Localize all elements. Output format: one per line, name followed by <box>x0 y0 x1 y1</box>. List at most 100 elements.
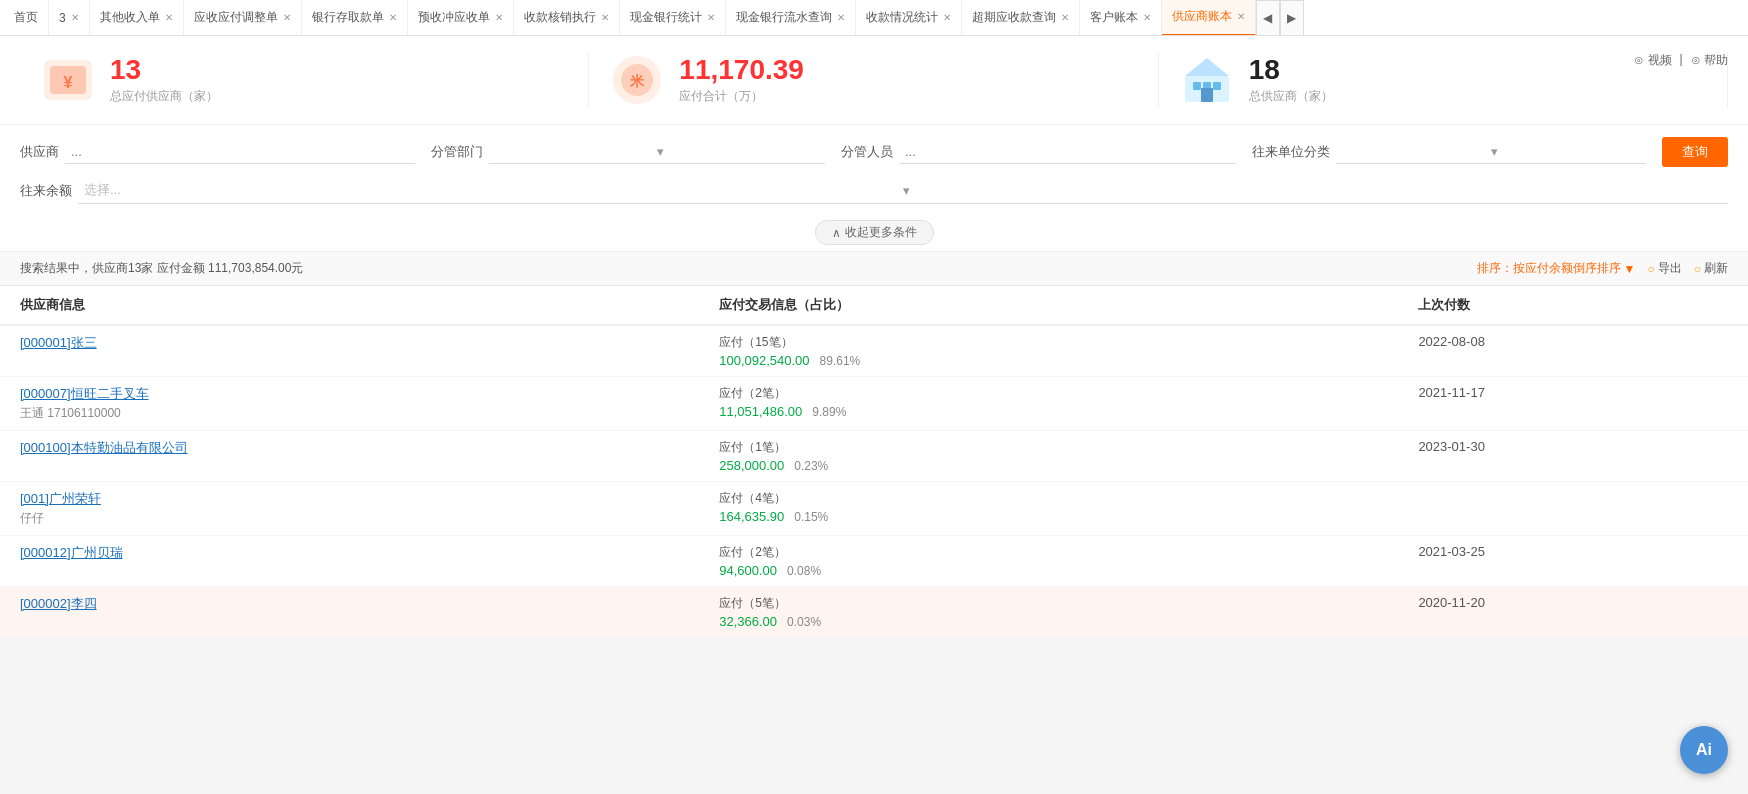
close-icon[interactable]: ✕ <box>1237 11 1245 22</box>
close-icon[interactable]: ✕ <box>1143 12 1151 23</box>
supplier-link-2[interactable]: [000007]恒旺二手叉车 <box>20 386 149 401</box>
transaction-cell-1: 应付（15笔） 100,092,540.00 89.61% <box>699 325 1398 377</box>
refresh-button[interactable]: ○ 刷新 <box>1694 260 1728 277</box>
nav-tab-supplier-ledger-label: 供应商账本 <box>1172 8 1232 25</box>
dept-label: 分管部门 <box>431 143 483 161</box>
balance-select[interactable]: 选择... ▾ <box>78 177 1728 204</box>
amount-5: 94,600.00 <box>719 563 777 578</box>
table-row: [000002]李四 应付（5笔） 32,366.00 0.03% 2020-1… <box>0 587 1748 638</box>
query-button[interactable]: 查询 <box>1662 137 1728 167</box>
close-icon[interactable]: ✕ <box>495 12 503 23</box>
supplier-contact-4: 仔仔 <box>20 510 679 527</box>
video-label: 视频 <box>1648 53 1672 67</box>
stat1-info: 13 总应付供应商（家） <box>110 56 218 105</box>
table-row: [000012]广州贝瑞 应付（2笔） 94,600.00 0.08% 2021… <box>0 536 1748 587</box>
stat-block-total-payable: 米 11,170.39 应付合计（万） <box>589 52 1158 108</box>
nav-tab-collection-stat[interactable]: 收款情况统计 ✕ <box>856 0 962 36</box>
percentage-2: 9.89% <box>812 405 846 419</box>
nav-tab-collection[interactable]: 收款核销执行 ✕ <box>514 0 620 36</box>
svg-text:米: 米 <box>629 73 645 89</box>
amount-3: 258,000.00 <box>719 458 784 473</box>
svg-marker-10 <box>1185 58 1229 76</box>
nav-next-arrow[interactable]: ▶ <box>1280 0 1304 36</box>
nav-tab-overdue[interactable]: 超期应收款查询 ✕ <box>962 0 1080 36</box>
amount-6: 32,366.00 <box>719 614 777 629</box>
filter-dept: 分管部门 ▾ <box>431 140 826 164</box>
export-button[interactable]: ○ 导出 <box>1648 260 1682 277</box>
percentage-4: 0.15% <box>794 510 828 524</box>
close-icon[interactable]: ✕ <box>837 12 845 23</box>
nav-tab-supplier-ledger[interactable]: 供应商账本 ✕ <box>1162 0 1256 36</box>
tx-row-4: 164,635.90 0.15% <box>719 509 1378 524</box>
supplier-link-5[interactable]: [000012]广州贝瑞 <box>20 545 123 560</box>
close-icon[interactable]: ✕ <box>389 12 397 23</box>
nav-tab-cash-flow-label: 现金银行流水查询 <box>736 9 832 26</box>
col-transaction-info: 应付交易信息（占比） <box>699 286 1398 325</box>
balance-select-value: 选择... <box>84 181 903 199</box>
nav-tab-customer-ledger[interactable]: 客户账本 ✕ <box>1080 0 1162 36</box>
nav-tab-home[interactable]: 首页 <box>4 0 49 36</box>
nav-tab-ar-adjust-label: 应收应付调整单 <box>194 9 278 26</box>
nav-tab-advance[interactable]: 预收冲应收单 ✕ <box>408 0 514 36</box>
transaction-cell-2: 应付（2笔） 11,051,486.00 9.89% <box>699 377 1398 431</box>
nav-tab-cash-flow[interactable]: 现金银行流水查询 ✕ <box>726 0 856 36</box>
close-icon[interactable]: ✕ <box>707 12 715 23</box>
nav-tab-ar-adjust[interactable]: 应收应付调整单 ✕ <box>184 0 302 36</box>
close-icon[interactable]: ✕ <box>1061 12 1069 23</box>
table-body: [000001]张三 应付（15笔） 100,092,540.00 89.61%… <box>0 325 1748 638</box>
video-link[interactable]: ⊙ 视频 <box>1634 52 1671 69</box>
nav-tab-advance-label: 预收冲应收单 <box>418 9 490 26</box>
result-text: 搜索结果中，供应商13家 应付金额 111,703,854.00元 <box>20 260 303 277</box>
nav-tab-bank-deposit[interactable]: 银行存取款单 ✕ <box>302 0 408 36</box>
person-input[interactable] <box>899 140 1236 164</box>
stat1-number: 13 <box>110 56 218 84</box>
refresh-circle-icon: ○ <box>1694 262 1701 276</box>
stats-row: ¥ 13 总应付供应商（家） 米 11,170.39 应付合计（万） <box>0 36 1748 125</box>
table-header: 供应商信息 应付交易信息（占比） 上次付数 <box>0 286 1748 325</box>
category-select[interactable]: ▾ <box>1336 140 1647 164</box>
total-payable-icon: 米 <box>609 52 665 108</box>
collapse-button[interactable]: ∧ 收起更多条件 <box>815 220 934 245</box>
balance-dropdown-icon: ▾ <box>903 183 1722 198</box>
nav-tab-home-label: 首页 <box>14 9 38 26</box>
svg-rect-9 <box>1213 82 1221 90</box>
tx-count-2: 应付（2笔） <box>719 385 1378 402</box>
tx-row-2: 11,051,486.00 9.89% <box>719 404 1378 419</box>
video-circle-icon: ⊙ <box>1634 53 1644 67</box>
filter-category: 往来单位分类 ▾ <box>1252 140 1647 164</box>
sort-label: 排序：按应付余额倒序排序 <box>1477 260 1621 277</box>
stat3-label: 总供应商（家） <box>1249 88 1333 105</box>
supplier-link-3[interactable]: [000100]本特勤油品有限公司 <box>20 440 188 455</box>
nav-tab-overdue-label: 超期应收款查询 <box>972 9 1056 26</box>
close-icon[interactable]: ✕ <box>943 12 951 23</box>
supplier-link-4[interactable]: [001]广州荣轩 <box>20 491 101 506</box>
collapse-icon: ∧ <box>832 226 841 240</box>
last-pay-date-6: 2020-11-20 <box>1418 595 1485 610</box>
nav-prev-arrow[interactable]: ◀ <box>1256 0 1280 36</box>
help-link[interactable]: ⊙ 帮助 <box>1691 52 1728 69</box>
last-pay-cell-4 <box>1398 482 1748 536</box>
last-pay-cell-1: 2022-08-08 <box>1398 325 1748 377</box>
supplier-input[interactable] <box>65 140 415 164</box>
sort-button[interactable]: 排序：按应付余额倒序排序 ▼ <box>1477 260 1636 277</box>
close-icon[interactable]: ✕ <box>165 12 173 23</box>
supplier-table: 供应商信息 应付交易信息（占比） 上次付数 [000001]张三 <box>0 286 1748 638</box>
close-icon[interactable]: ✕ <box>601 12 609 23</box>
close-icon[interactable]: ✕ <box>283 12 291 23</box>
nav-tab-3[interactable]: 3 ✕ <box>49 0 90 36</box>
stat2-label: 应付合计（万） <box>679 88 804 105</box>
help-circle-icon: ⊙ <box>1691 53 1701 67</box>
nav-tab-cash-bank-stat[interactable]: 现金银行统计 ✕ <box>620 0 726 36</box>
supplier-cell-1: [000001]张三 <box>0 325 699 377</box>
svg-text:¥: ¥ <box>64 74 73 91</box>
supplier-link-6[interactable]: [000002]李四 <box>20 596 97 611</box>
dept-select[interactable]: ▾ <box>489 140 826 164</box>
result-bar: 搜索结果中，供应商13家 应付金额 111,703,854.00元 排序：按应付… <box>0 252 1748 286</box>
supplier-link-1[interactable]: [000001]张三 <box>20 335 97 350</box>
nav-tab-other-income[interactable]: 其他收入单 ✕ <box>90 0 184 36</box>
last-pay-date-5: 2021-03-25 <box>1418 544 1485 559</box>
stat3-number: 18 <box>1249 56 1333 84</box>
tx-count-4: 应付（4笔） <box>719 490 1378 507</box>
last-pay-cell-5: 2021-03-25 <box>1398 536 1748 587</box>
close-icon[interactable]: ✕ <box>71 12 79 23</box>
